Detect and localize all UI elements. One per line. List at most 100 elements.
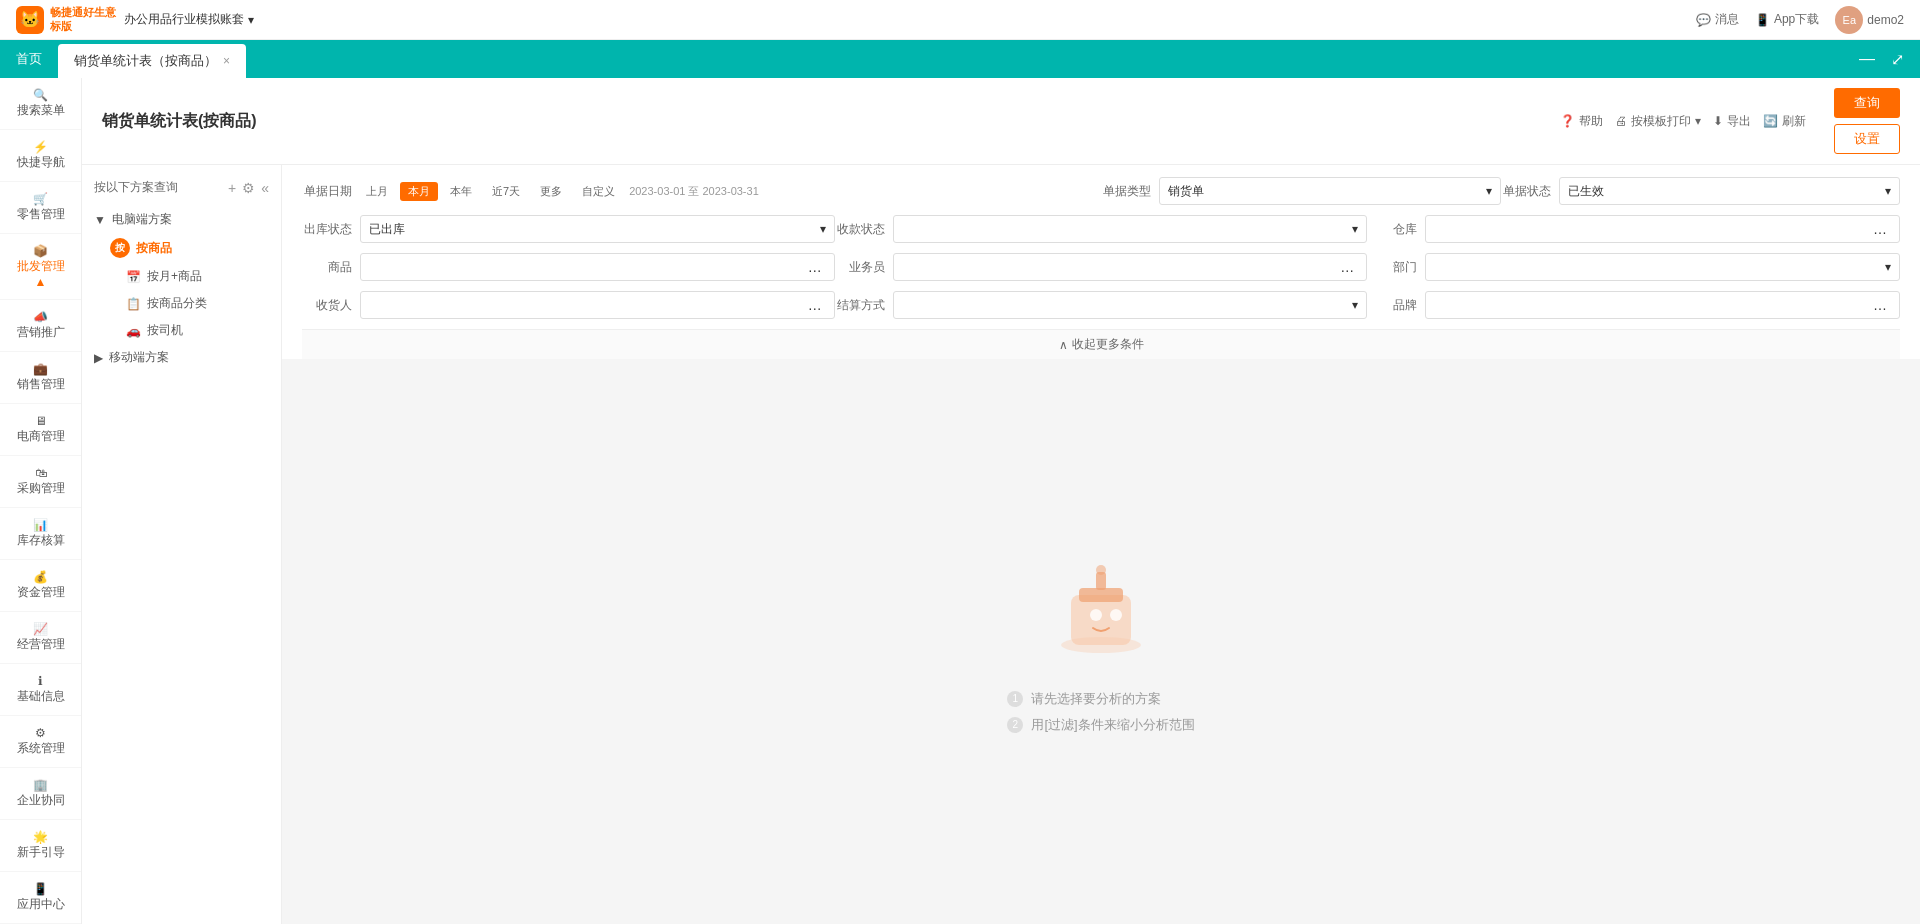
tree-mobile-parent[interactable]: ▶ 移动端方案 [82, 344, 281, 371]
sidebar-item-finance[interactable]: 💰 资金管理 [0, 560, 81, 612]
tab-bar: 首页 销货单统计表（按商品） × — ⤢ [0, 40, 1920, 78]
sidebar-item-label: 经营管理 [4, 636, 77, 653]
sidebar-item-operations[interactable]: 📈 经营管理 [0, 612, 81, 664]
tree-sub-month-goods[interactable]: 📅 按月+商品 [82, 263, 281, 290]
quick-nav-icon: ⚡ [4, 140, 77, 154]
tab-minimize-icon[interactable]: — [1851, 50, 1883, 68]
tab-active[interactable]: 销货单统计表（按商品） × [58, 44, 246, 78]
query-button[interactable]: 查询 [1834, 88, 1900, 118]
filter-outstatus-field: 出库状态 已出库 ▾ [302, 215, 835, 243]
filter-doctype-field: 单据类型 销货单 ▾ [1101, 177, 1501, 205]
sidebar-item-inventory[interactable]: 📊 库存核算 [0, 508, 81, 560]
filter-goods-select[interactable]: … [360, 253, 835, 281]
tree-sub-driver[interactable]: 🚗 按司机 [82, 317, 281, 344]
sidebar-item-quick-nav[interactable]: ⚡ 快捷导航 [0, 130, 81, 182]
header-right: 💬 消息 📱 App下载 Ea demo2 [1696, 6, 1904, 34]
sidebar-item-marketing[interactable]: 📣 营销推广 [0, 300, 81, 352]
app-download-btn[interactable]: 📱 App下载 [1755, 11, 1819, 28]
tree-sub-category[interactable]: 📋 按商品分类 [82, 290, 281, 317]
filter-doctype-value: 销货单 [1168, 183, 1204, 200]
enterprise-icon: 🏢 [4, 778, 77, 792]
system-icon: ⚙ [4, 726, 77, 740]
sidebar-item-wholesale[interactable]: 📦 批发管理 ▲ [0, 234, 81, 300]
filter-docstatus-select[interactable]: 已生效 ▾ [1559, 177, 1901, 205]
sidebar-item-label: 采购管理 [4, 480, 77, 497]
help-btn[interactable]: ❓ 帮助 [1560, 113, 1603, 130]
salesman-dots-btn[interactable]: … [1336, 259, 1358, 275]
filter-brand-select[interactable]: … [1425, 291, 1900, 319]
tree-child-label: 按商品 [136, 240, 172, 257]
filter-date-field: 单据日期 上月 本月 本年 近7天 更多 自定义 2023-03-01 至 20… [302, 182, 1101, 201]
empty-tip-1: 1 请先选择要分析的方案 [1007, 690, 1194, 708]
filter-salesman-select[interactable]: … [893, 253, 1368, 281]
add-scheme-btn[interactable]: + [228, 180, 236, 196]
sidebar-item-label: 基础信息 [4, 688, 77, 705]
finance-icon: 💰 [4, 570, 77, 584]
message-btn[interactable]: 💬 消息 [1696, 11, 1739, 28]
tree-desktop-label: 电脑端方案 [112, 211, 172, 228]
marketing-icon: 📣 [4, 310, 77, 324]
print-label: 按模板打印 [1631, 113, 1691, 130]
filter-doctype-select[interactable]: 销货单 ▾ [1159, 177, 1501, 205]
sidebar-item-purchase[interactable]: 🛍 采购管理 [0, 456, 81, 508]
filter-row-2: 出库状态 已出库 ▾ 收款状态 ▾ [302, 215, 1900, 243]
user-profile[interactable]: Ea demo2 [1835, 6, 1904, 34]
sidebar-item-label: 批发管理 [4, 258, 77, 275]
sidebar-item-label: 营销推广 [4, 324, 77, 341]
date-last7-btn[interactable]: 近7天 [484, 182, 528, 201]
wholesale-icon: 📦 [4, 244, 77, 258]
filter-settle-select[interactable]: ▾ [893, 291, 1368, 319]
export-btn[interactable]: ⬇ 导出 [1713, 113, 1751, 130]
filter-date-label: 单据日期 [302, 183, 352, 200]
message-icon: 💬 [1696, 13, 1711, 27]
sidebar-item-label: 系统管理 [4, 740, 77, 757]
sidebar-item-retail[interactable]: 🛒 零售管理 [0, 182, 81, 234]
collapse-bar[interactable]: ∧ 收起更多条件 [302, 329, 1900, 359]
sidebar-item-system[interactable]: ⚙ 系统管理 [0, 716, 81, 768]
search-menu-icon: 🔍 [4, 88, 77, 102]
sidebar-item-sales[interactable]: 💼 销售管理 [0, 352, 81, 404]
sidebar-item-basic-info[interactable]: ℹ 基础信息 [0, 664, 81, 716]
tab-maximize-icon[interactable]: ⤢ [1883, 50, 1912, 69]
help-label: 帮助 [1579, 113, 1603, 130]
refresh-label: 刷新 [1782, 113, 1806, 130]
collapse-panel-btn[interactable]: « [261, 180, 269, 196]
sidebar-item-enterprise[interactable]: 🏢 企业协同 [0, 768, 81, 820]
date-more-btn[interactable]: 更多 [532, 182, 570, 201]
sidebar-item-guide[interactable]: 🌟 新手引导 [0, 820, 81, 872]
content-area: 销货单统计表(按商品) ❓ 帮助 🖨 按模板打印 ▾ ⬇ 导出 🔄 刷新 [82, 78, 1920, 924]
tree-child-goods[interactable]: 按 按商品 [82, 233, 281, 263]
filter-dept-select[interactable]: ▾ [1425, 253, 1900, 281]
sidebar-item-ecommerce[interactable]: 🖥 电商管理 [0, 404, 81, 456]
filter-brand-field: 品牌 … [1367, 291, 1900, 319]
filter-receiver-select[interactable]: … [360, 291, 835, 319]
goods-dots-btn[interactable]: … [804, 259, 826, 275]
sidebar-item-label: 零售管理 [4, 206, 77, 223]
tab-close-icon[interactable]: × [223, 54, 230, 68]
export-icon: ⬇ [1713, 114, 1723, 128]
brand-dots-btn[interactable]: … [1869, 297, 1891, 313]
sidebar-item-search-menu[interactable]: 🔍 搜索菜单 [0, 78, 81, 130]
filter-collectstatus-label: 收款状态 [835, 221, 885, 238]
date-last-month-btn[interactable]: 上月 [358, 182, 396, 201]
filter-outstatus-select[interactable]: 已出库 ▾ [360, 215, 835, 243]
receiver-dots-btn[interactable]: … [804, 297, 826, 313]
basic-info-icon: ℹ [4, 674, 77, 688]
date-this-year-btn[interactable]: 本年 [442, 182, 480, 201]
date-this-month-btn[interactable]: 本月 [400, 182, 438, 201]
date-custom-btn[interactable]: 自定义 [574, 182, 623, 201]
tree-desktop-parent[interactable]: ▼ 电脑端方案 [82, 206, 281, 233]
filter-collectstatus-select[interactable]: ▾ [893, 215, 1368, 243]
refresh-btn[interactable]: 🔄 刷新 [1763, 113, 1806, 130]
tab-home[interactable]: 首页 [0, 40, 58, 78]
sidebar-item-app-center[interactable]: 📱 应用中心 [0, 872, 81, 924]
top-header: 🐱 畅捷通好生意 标版 办公用品行业模拟账套 ▾ 💬 消息 📱 App下载 Ea… [0, 0, 1920, 40]
print-btn[interactable]: 🖨 按模板打印 ▾ [1615, 113, 1701, 130]
workspace-dropdown[interactable]: 办公用品行业模拟账套 ▾ [124, 11, 254, 28]
warehouse-dots-btn[interactable]: … [1869, 221, 1891, 237]
empty-tips: 1 请先选择要分析的方案 2 用[过滤]条件来缩小分析范围 [1007, 690, 1194, 734]
settings-button[interactable]: 设置 [1834, 124, 1900, 154]
help-icon: ❓ [1560, 114, 1575, 128]
filter-warehouse-select[interactable]: … [1425, 215, 1900, 243]
settings-scheme-btn[interactable]: ⚙ [242, 180, 255, 196]
